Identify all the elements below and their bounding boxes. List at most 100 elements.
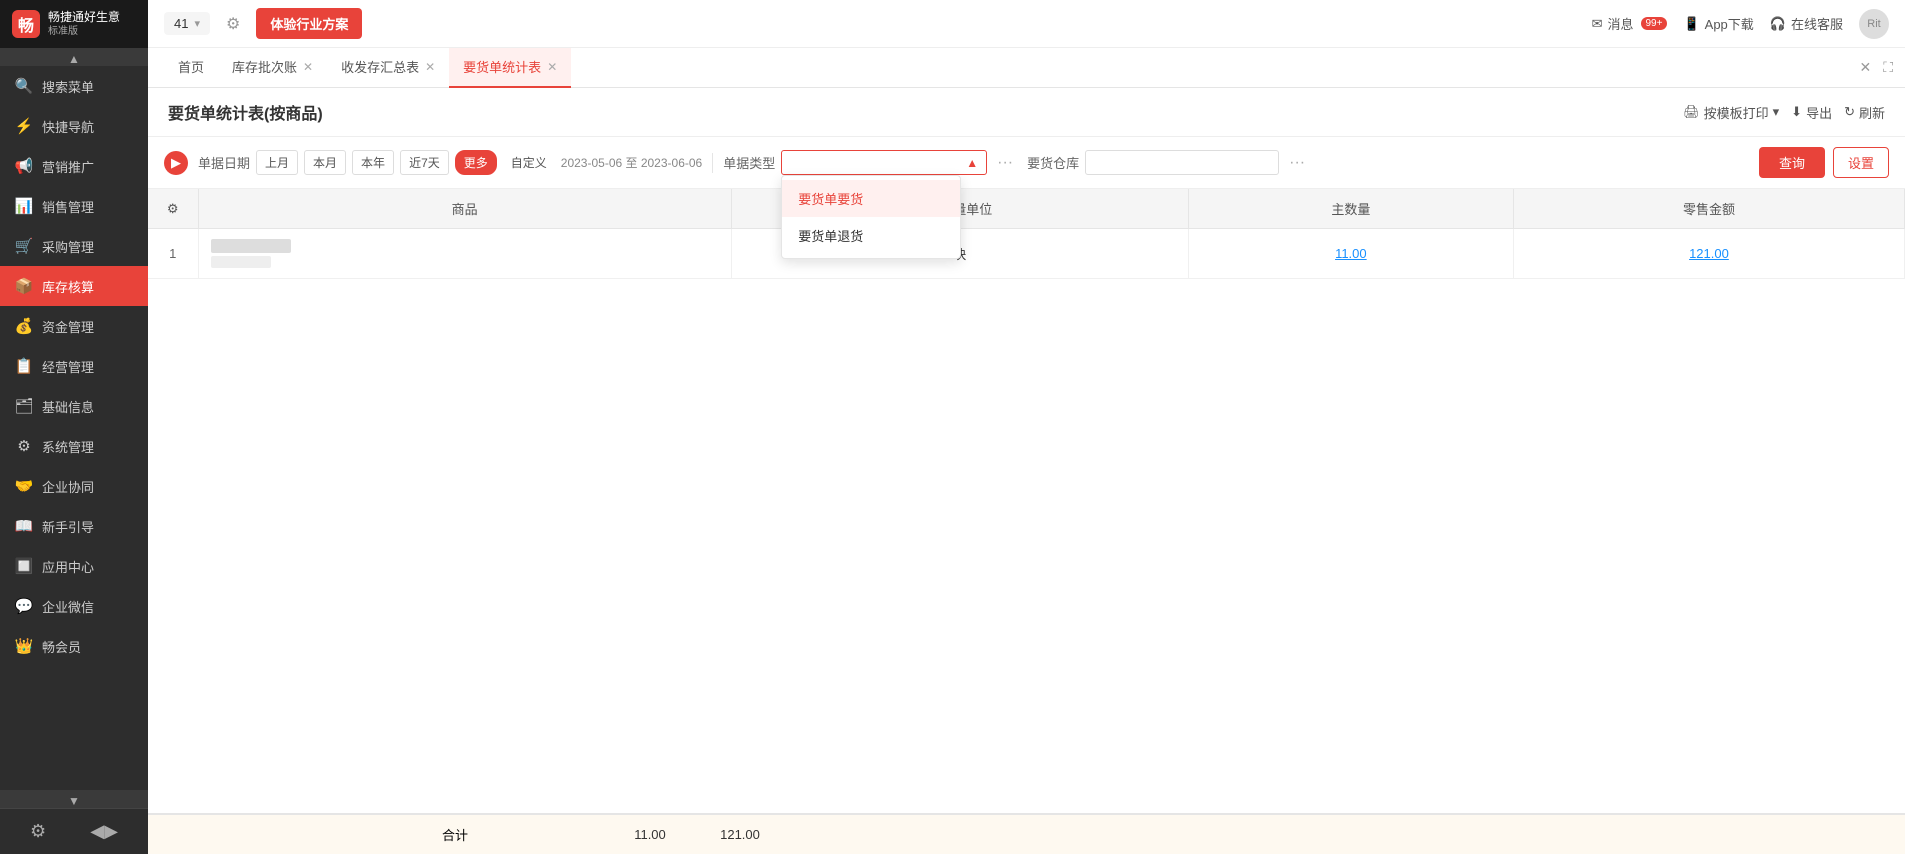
export-btn[interactable]: ⬇ 导出 (1791, 103, 1832, 122)
app-icon: 📱 (1683, 16, 1699, 32)
sidebar-item-cooperation[interactable]: 🤝 企业协同 (0, 466, 148, 506)
company-selector[interactable]: 41 ▾ (164, 12, 210, 35)
sidebar-item-sales[interactable]: 📊 销售管理 (0, 186, 148, 226)
doc-type-label: 单据类型 (723, 153, 775, 172)
data-table: ⚙ 商品 主计量单位 主数量 零售金额 1 块 11.00 121.00 (148, 189, 1905, 279)
date-label: 单据日期 (198, 153, 250, 172)
sidebar-label-sales: 销售管理 (42, 197, 94, 216)
sidebar-item-operations[interactable]: 📋 经营管理 (0, 346, 148, 386)
col-quantity: 主数量 (1188, 189, 1513, 229)
date-last7days-btn[interactable]: 近7天 (400, 150, 449, 175)
tabs-bar-right: ✕ ⛶ (1855, 55, 1905, 80)
sidebar-scroll-up[interactable]: ▲ (0, 48, 148, 66)
sidebar-item-quicknav[interactable]: ⚡ 快捷导航 (0, 106, 148, 146)
sidebar-collapse-btn[interactable]: ◀▶ (82, 817, 126, 846)
sidebar-icon-finance: 💰 (14, 316, 34, 336)
cell-product-0 (198, 229, 731, 279)
col-amount: 零售金额 (1513, 189, 1904, 229)
table-footer: 合计 11.00 121.00 (148, 813, 1905, 854)
warehouse-more-icon[interactable]: ··· (1285, 154, 1309, 172)
sidebar-item-search[interactable]: 🔍 搜索菜单 (0, 66, 148, 106)
tab-receivable[interactable]: 收发存汇总表 ✕ (327, 48, 449, 88)
avatar[interactable]: Rit (1859, 9, 1889, 39)
warehouse-input[interactable] (1085, 150, 1279, 175)
doc-type-wrapper: ▲ 要货单要货 要货单退货 (781, 150, 987, 175)
cell-num-0: 1 (148, 229, 198, 279)
sidebar-icon-operations: 📋 (14, 356, 34, 376)
doc-type-arrow[interactable]: ▲ (966, 156, 978, 170)
header-settings-btn[interactable]: ⚙ (222, 10, 244, 38)
doc-type-group: 单据类型 ▲ 要货单要货 要货单退货 ··· (723, 150, 1017, 175)
tab-close-batch[interactable]: ✕ (303, 60, 313, 74)
query-button[interactable]: 查询 (1759, 147, 1825, 178)
export-icon: ⬇ (1791, 104, 1802, 120)
settings-action-button[interactable]: 设置 (1833, 147, 1889, 178)
doc-type-select[interactable]: ▲ (781, 150, 987, 175)
tab-label-receivable: 收发存汇总表 (341, 57, 419, 76)
sidebar-icon-purchase: 🛒 (14, 236, 34, 256)
filter-bar: ▶ 单据日期 上月 本月 本年 近7天 更多 自定义 2023-05-06 至 … (148, 137, 1905, 189)
sidebar-item-purchase[interactable]: 🛒 采购管理 (0, 226, 148, 266)
date-this-month-btn[interactable]: 本月 (304, 150, 346, 175)
tab-batch[interactable]: 库存批次账✕ (218, 48, 327, 88)
sidebar-icon-sales: 📊 (14, 196, 34, 216)
tabs-expand-btn[interactable]: ⛶ (1879, 55, 1897, 80)
sidebar-label-wechat: 企业微信 (42, 597, 94, 616)
sidebar-nav: 🔍 搜索菜单 ⚡ 快捷导航 📢 营销推广 📊 销售管理 🛒 采购管理 📦 库存核… (0, 66, 148, 790)
service-label: 在线客服 (1791, 14, 1843, 33)
message-label: 消息 (1607, 14, 1633, 33)
sidebar-settings-btn[interactable]: ⚙ (22, 817, 54, 846)
sidebar-item-appcenter[interactable]: 🔲 应用中心 (0, 546, 148, 586)
app-download-action[interactable]: 📱 App下载 (1683, 14, 1753, 33)
filter-expand-btn[interactable]: ▶ (164, 151, 188, 175)
print-template-btn[interactable]: 🖨 按模板打印 ▾ (1683, 103, 1779, 122)
filter-row-right: 查询 设置 (1759, 147, 1889, 178)
sidebar-item-inventory[interactable]: 📦 库存核算 (0, 266, 148, 306)
date-custom-btn[interactable]: 自定义 (503, 151, 555, 174)
top-header: 41 ▾ ⚙ 体验行业方案 ✉ 消息 99+ 📱 App下载 🎧 在线客服 Ri… (148, 0, 1905, 48)
date-range-text: 2023-05-06 至 2023-06-06 (561, 154, 702, 171)
sidebar-label-inventory: 库存核算 (42, 277, 94, 296)
sidebar-item-guide[interactable]: 📖 新手引导 (0, 506, 148, 546)
filter-more-icon[interactable]: ··· (993, 154, 1017, 172)
date-more-btn[interactable]: 更多 (455, 150, 497, 175)
filter-divider (712, 153, 713, 173)
tab-label-home: 首页 (178, 57, 204, 76)
sidebar-label-search: 搜索菜单 (42, 77, 94, 96)
dropdown-item-return[interactable]: 要货单退货 (782, 217, 960, 254)
sidebar-label-marketing: 营销推广 (42, 157, 94, 176)
doc-type-input[interactable] (790, 155, 966, 170)
sidebar-label-guide: 新手引导 (42, 517, 94, 536)
date-this-year-btn[interactable]: 本年 (352, 150, 394, 175)
warehouse-label: 要货仓库 (1027, 153, 1079, 172)
sidebar-item-members[interactable]: 👑 畅会员 (0, 626, 148, 666)
tab-home[interactable]: 首页 (164, 48, 218, 88)
logo-line1: 畅捷通好生意 (48, 10, 120, 26)
tabs-bar: 首页库存批次账✕收发存汇总表✕要货单统计表✕ ✕ ⛶ (148, 48, 1905, 88)
logo-icon: 畅 (12, 10, 40, 38)
col-settings[interactable]: ⚙ (148, 189, 198, 229)
filter-row: ▶ 单据日期 上月 本月 本年 近7天 更多 自定义 2023-05-06 至 … (164, 147, 1889, 178)
logo-text: 畅捷通好生意 标准版 (48, 10, 120, 39)
date-last-month-btn[interactable]: 上月 (256, 150, 298, 175)
message-action[interactable]: ✉ 消息 99+ (1592, 14, 1668, 33)
print-arrow: ▾ (1773, 104, 1780, 120)
sidebar-item-marketing[interactable]: 📢 营销推广 (0, 146, 148, 186)
sidebar-item-basicinfo[interactable]: 🗂 基础信息 (0, 386, 148, 426)
sidebar-item-wechat[interactable]: 💬 企业微信 (0, 586, 148, 626)
tab-order-stats[interactable]: 要货单统计表✕ (449, 48, 571, 88)
sidebar-item-finance[interactable]: 💰 资金管理 (0, 306, 148, 346)
tab-close-order-stats[interactable]: ✕ (547, 60, 557, 74)
tab-close-receivable[interactable]: ✕ (425, 60, 435, 74)
sidebar-logo: 畅 畅捷通好生意 标准版 (0, 0, 148, 48)
sidebar-item-system[interactable]: ⚙ 系统管理 (0, 426, 148, 466)
dropdown-item-order[interactable]: 要货单要货 (782, 180, 960, 217)
service-action[interactable]: 🎧 在线客服 (1770, 14, 1843, 33)
trial-button[interactable]: 体验行业方案 (256, 8, 362, 39)
sidebar-label-system: 系统管理 (42, 437, 94, 456)
sidebar-scroll-down[interactable]: ▼ (0, 790, 148, 808)
refresh-btn[interactable]: ↻ 刷新 (1844, 103, 1885, 122)
doc-type-dropdown: 要货单要货 要货单退货 (781, 175, 961, 259)
refresh-label: 刷新 (1859, 103, 1885, 122)
tabs-close-all-btn[interactable]: ✕ (1855, 55, 1875, 80)
